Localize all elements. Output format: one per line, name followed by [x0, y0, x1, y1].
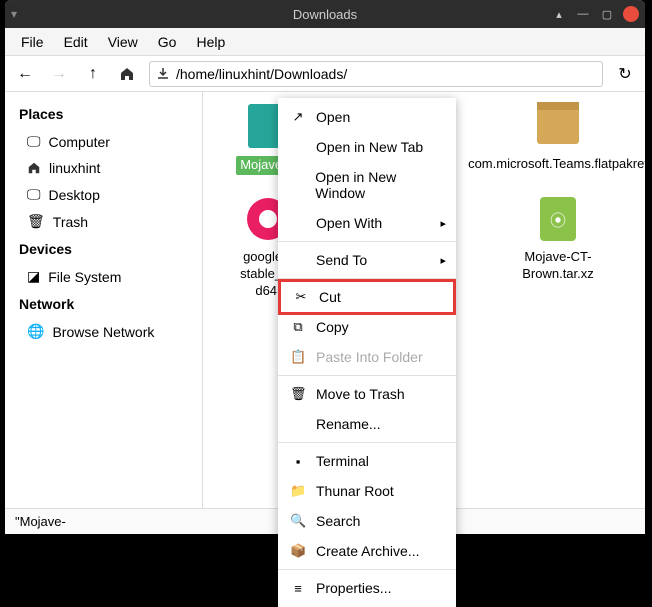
trash-icon: 🗑: [27, 213, 45, 230]
archive-icon: [534, 195, 582, 243]
home-icon: [27, 161, 41, 175]
ctx-paste: 📋Paste Into Folder: [278, 342, 456, 372]
home-button[interactable]: [115, 62, 139, 86]
trash-icon: 🗑: [290, 386, 306, 402]
ctx-cut[interactable]: ✂Cut: [278, 279, 456, 315]
reload-button[interactable]: ↻: [613, 62, 637, 86]
close-button[interactable]: [623, 6, 639, 22]
folder-icon: 📁: [290, 483, 306, 499]
ctx-thunar-root[interactable]: 📁Thunar Root: [278, 476, 456, 506]
ctx-terminal[interactable]: ▪Terminal: [278, 446, 456, 476]
terminal-icon: ▪: [290, 454, 306, 469]
expand-icon[interactable]: ▴: [551, 6, 567, 22]
search-icon: 🔍: [290, 513, 306, 529]
menu-help[interactable]: Help: [188, 30, 233, 54]
separator: [278, 569, 456, 570]
sidebar-item-filesystem[interactable]: ◪File System: [5, 263, 202, 290]
ctx-rename[interactable]: Rename...: [278, 409, 456, 439]
disk-icon: ◪: [27, 268, 40, 285]
computer-icon: 🖵: [27, 133, 41, 150]
address-bar[interactable]: [149, 61, 603, 87]
titlebar-left-icon: ▾: [11, 7, 17, 21]
ctx-open-tab[interactable]: Open in New Tab: [278, 132, 456, 162]
cut-icon: ✂: [293, 289, 309, 305]
ctx-open[interactable]: ↗Open: [278, 102, 456, 132]
sidebar-heading-network: Network: [5, 290, 202, 318]
copy-icon: ⧉: [290, 319, 306, 335]
maximize-button[interactable]: ▢: [599, 6, 615, 22]
titlebar[interactable]: ▾ Downloads ▴ — ▢: [5, 0, 645, 28]
archive-icon: 📦: [290, 543, 306, 559]
ctx-search[interactable]: 🔍Search: [278, 506, 456, 536]
menu-edit[interactable]: Edit: [56, 30, 96, 54]
window-title: Downloads: [293, 7, 357, 22]
sidebar-item-desktop[interactable]: 🖵Desktop: [5, 181, 202, 208]
properties-icon: ≡: [290, 581, 306, 596]
ctx-copy[interactable]: ⧉Copy: [278, 312, 456, 342]
ctx-archive[interactable]: 📦Create Archive...: [278, 536, 456, 566]
download-icon: [156, 67, 170, 81]
up-button[interactable]: ↑: [81, 62, 105, 86]
separator: [278, 375, 456, 376]
sidebar-item-home[interactable]: linuxhint: [5, 155, 202, 181]
ctx-open-with[interactable]: Open With: [278, 208, 456, 238]
ctx-send-to[interactable]: Send To: [278, 245, 456, 275]
ctx-trash[interactable]: 🗑Move to Trash: [278, 379, 456, 409]
open-icon: ↗: [290, 109, 306, 125]
forward-button[interactable]: →: [47, 62, 71, 86]
globe-icon: 🌐: [27, 323, 44, 340]
menu-view[interactable]: View: [100, 30, 146, 54]
context-menu: ↗Open Open in New Tab Open in New Window…: [278, 98, 456, 607]
paste-icon: 📋: [290, 349, 306, 365]
separator: [278, 442, 456, 443]
package-icon: [534, 102, 582, 150]
sidebar-item-trash[interactable]: 🗑Trash: [5, 208, 202, 235]
path-input[interactable]: [176, 66, 596, 82]
menu-file[interactable]: File: [13, 30, 52, 54]
sidebar: Places 🖵Computer linuxhint 🖵Desktop 🗑Tra…: [5, 92, 203, 508]
minimize-button[interactable]: —: [575, 6, 591, 22]
file-item[interactable]: Mojave-CT-Brown.tar.xz: [503, 195, 613, 300]
sidebar-item-computer[interactable]: 🖵Computer: [5, 128, 202, 155]
file-item[interactable]: com.microsoft.Teams.flatpakref: [503, 102, 613, 175]
separator: [278, 241, 456, 242]
menubar: File Edit View Go Help: [5, 28, 645, 56]
status-text: "Mojave-: [15, 514, 66, 529]
toolbar: ← → ↑ ↻: [5, 56, 645, 92]
back-button[interactable]: ←: [13, 62, 37, 86]
ctx-properties[interactable]: ≡Properties...: [278, 573, 456, 603]
sidebar-heading-devices: Devices: [5, 235, 202, 263]
menu-go[interactable]: Go: [150, 30, 185, 54]
ctx-open-window[interactable]: Open in New Window: [278, 162, 456, 208]
desktop-icon: 🖵: [27, 186, 41, 203]
window-controls: ▴ — ▢: [551, 6, 639, 22]
sidebar-heading-places: Places: [5, 100, 202, 128]
sidebar-item-network[interactable]: 🌐Browse Network: [5, 318, 202, 345]
